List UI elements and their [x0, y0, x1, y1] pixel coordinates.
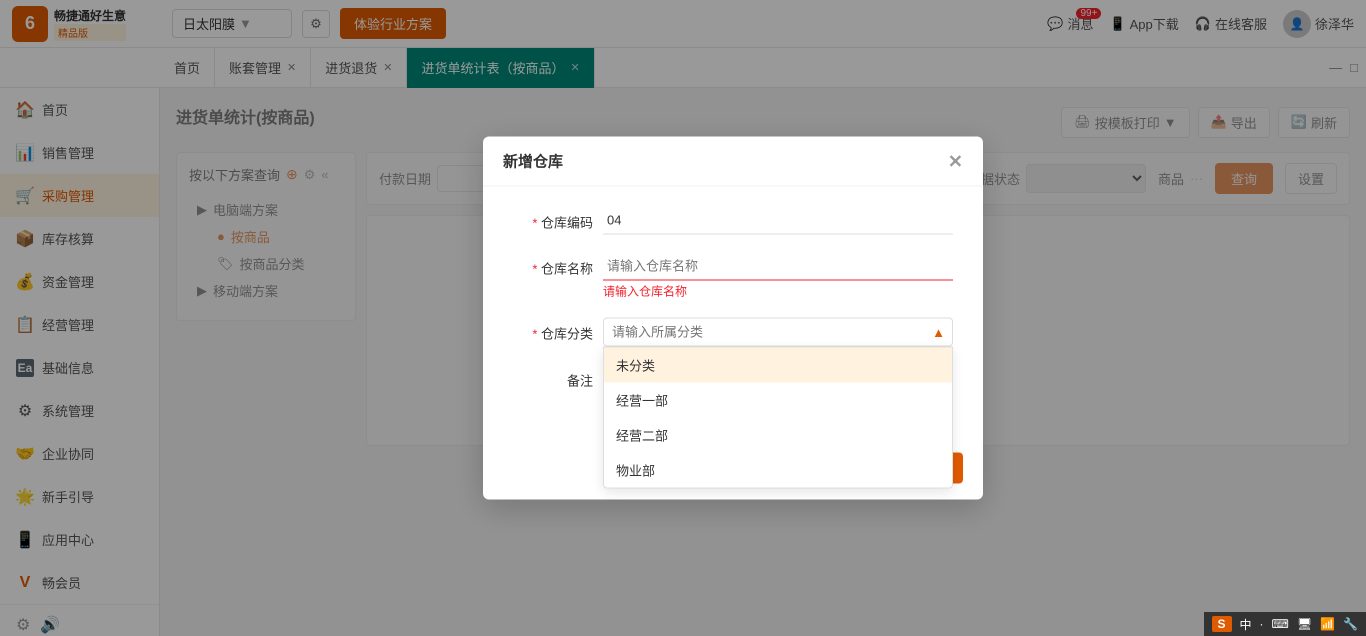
category-label: 仓库分类 [513, 318, 593, 343]
new-warehouse-dialog: 新增仓库 ✕ 仓库编码 仓库名称 请输入仓库名称 仓库分类 ▲ 未分类 [483, 137, 983, 500]
category-input[interactable] [603, 318, 953, 347]
status-signal: 📶 [1320, 617, 1335, 631]
status-bar: S 中 · ⌨ 🖥 📶 🔧 [1204, 612, 1366, 636]
code-field-row: 仓库编码 [513, 207, 953, 235]
dialog-close-button[interactable]: ✕ [948, 152, 963, 170]
name-label: 仓库名称 [513, 253, 593, 278]
status-dot: · [1260, 617, 1264, 631]
dropdown-item-dept1[interactable]: 经营一部 [604, 383, 952, 418]
dropdown-item-dept2[interactable]: 经营二部 [604, 418, 952, 453]
category-dropdown: 未分类 经营一部 经营二部 物业部 [603, 347, 953, 489]
s-logo: S [1212, 616, 1232, 632]
name-error-msg: 请输入仓库名称 [603, 283, 953, 300]
dropdown-item-dept3[interactable]: 物业部 [604, 453, 952, 488]
category-field-row: 仓库分类 ▲ 未分类 经营一部 经营二部 物业部 [513, 318, 953, 347]
dialog-title: 新增仓库 [503, 151, 563, 172]
code-label: 仓库编码 [513, 207, 593, 232]
status-kbd: ⌨ [1272, 617, 1289, 631]
status-tool: 🔧 [1343, 617, 1358, 631]
dialog-body: 仓库编码 仓库名称 请输入仓库名称 仓库分类 ▲ 未分类 经营一部 经营二部 [483, 187, 983, 443]
select-arrow-icon[interactable]: ▲ [932, 325, 945, 340]
category-select-wrap: ▲ 未分类 经营一部 经营二部 物业部 [603, 318, 953, 347]
code-input[interactable] [603, 207, 953, 235]
name-field-row: 仓库名称 请输入仓库名称 [513, 253, 953, 300]
status-zh: 中 [1240, 616, 1252, 633]
status-monitor: 🖥 [1297, 617, 1312, 631]
remark-label: 备注 [513, 365, 593, 390]
dropdown-item-unclassified[interactable]: 未分类 [604, 348, 952, 383]
dialog-header: 新增仓库 ✕ [483, 137, 983, 187]
name-input[interactable] [603, 253, 953, 281]
name-input-group: 请输入仓库名称 [603, 253, 953, 300]
